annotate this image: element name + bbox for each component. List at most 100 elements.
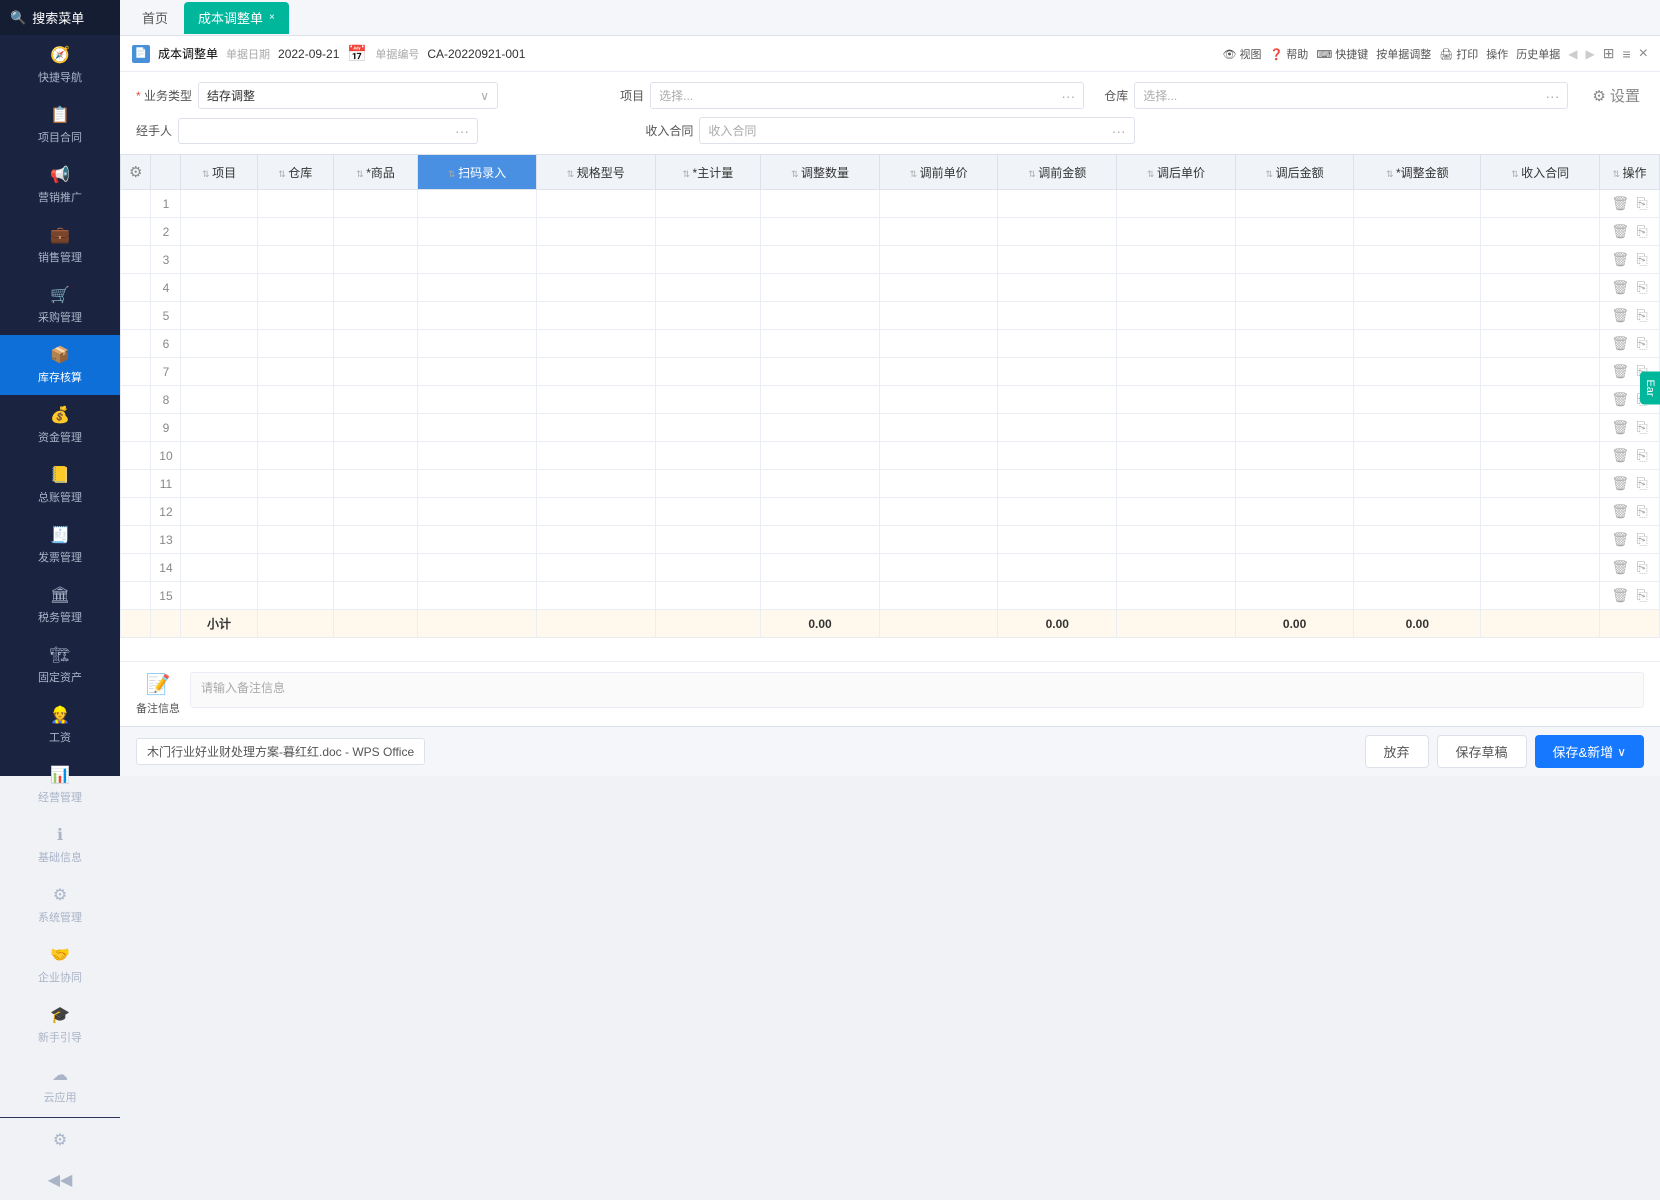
row-13-product[interactable] <box>333 526 417 554</box>
row-1-delete-btn[interactable]: 🗑 <box>1609 195 1631 212</box>
row-1-warehouse[interactable] <box>257 190 333 218</box>
row-13-copy-btn[interactable]: ⎘ <box>1634 531 1649 548</box>
row-2-before_amount[interactable] <box>998 218 1117 246</box>
row-6-after_price[interactable] <box>1117 330 1236 358</box>
row-6-copy-btn[interactable]: ⎘ <box>1634 335 1649 352</box>
row-11-product[interactable] <box>333 470 417 498</box>
row-2-copy-btn[interactable]: ⎘ <box>1634 223 1649 240</box>
row-11-after_price[interactable] <box>1117 470 1236 498</box>
row-15-before_price[interactable] <box>879 582 998 610</box>
row-12-copy-btn[interactable]: ⎘ <box>1634 503 1649 520</box>
row-8-delete-btn[interactable]: 🗑 <box>1609 391 1631 408</box>
row-3-adj_amount[interactable] <box>1354 246 1481 274</box>
row-6-adj_amount[interactable] <box>1354 330 1481 358</box>
row-15-copy-btn[interactable]: ⎘ <box>1634 587 1649 604</box>
row-3-after_price[interactable] <box>1117 246 1236 274</box>
row-9-scan[interactable] <box>418 414 537 442</box>
row-7-after_price[interactable] <box>1117 358 1236 386</box>
row-9-adj_amount[interactable] <box>1354 414 1481 442</box>
row-4-project[interactable] <box>181 274 257 302</box>
row-7-before_amount[interactable] <box>998 358 1117 386</box>
row-2-scan[interactable] <box>418 218 537 246</box>
row-14-unit[interactable] <box>655 554 761 582</box>
row-1-product[interactable] <box>333 190 417 218</box>
row-5-warehouse[interactable] <box>257 302 333 330</box>
save-draft-button[interactable]: 保存草稿 <box>1437 735 1527 768</box>
row-2-before_price[interactable] <box>879 218 998 246</box>
sidebar-item-sales-mgmt[interactable]: 💼 销售管理 <box>0 215 120 275</box>
row-15-after_amount[interactable] <box>1235 582 1354 610</box>
row-10-unit[interactable] <box>655 442 761 470</box>
sidebar-item-inventory[interactable]: 📦 库存核算 <box>0 335 120 395</box>
row-11-scan[interactable] <box>418 470 537 498</box>
row-14-qty[interactable] <box>761 554 880 582</box>
sidebar-item-sales-promo[interactable]: 📢 营销推广 <box>0 155 120 215</box>
row-4-before_price[interactable] <box>879 274 998 302</box>
row-10-copy-btn[interactable]: ⎘ <box>1634 447 1649 464</box>
row-14-after_amount[interactable] <box>1235 554 1354 582</box>
window-close-btn[interactable]: × <box>1639 45 1648 63</box>
row-7-unit[interactable] <box>655 358 761 386</box>
row-5-before_amount[interactable] <box>998 302 1117 330</box>
row-7-after_amount[interactable] <box>1235 358 1354 386</box>
row-11-after_amount[interactable] <box>1235 470 1354 498</box>
row-11-project[interactable] <box>181 470 257 498</box>
row-7-delete-btn[interactable]: 🗑 <box>1609 363 1631 380</box>
row-5-adj_amount[interactable] <box>1354 302 1481 330</box>
row-12-adj_amount[interactable] <box>1354 498 1481 526</box>
tab-close-icon[interactable]: × <box>269 12 275 23</box>
row-8-unit[interactable] <box>655 386 761 414</box>
row-2-qty[interactable] <box>761 218 880 246</box>
row-12-project[interactable] <box>181 498 257 526</box>
row-12-qty[interactable] <box>761 498 880 526</box>
row-9-warehouse[interactable] <box>257 414 333 442</box>
row-8-after_amount[interactable] <box>1235 386 1354 414</box>
row-3-delete-btn[interactable]: 🗑 <box>1609 251 1631 268</box>
sidebar-item-purchase-mgmt[interactable]: 🛒 采购管理 <box>0 275 120 335</box>
row-13-adj_amount[interactable] <box>1354 526 1481 554</box>
row-12-delete-btn[interactable]: 🗑 <box>1609 503 1631 520</box>
row-1-spec[interactable] <box>536 190 655 218</box>
row-14-after_price[interactable] <box>1117 554 1236 582</box>
row-3-after_amount[interactable] <box>1235 246 1354 274</box>
row-15-spec[interactable] <box>536 582 655 610</box>
row-14-scan[interactable] <box>418 554 537 582</box>
row-3-before_price[interactable] <box>879 246 998 274</box>
row-6-after_amount[interactable] <box>1235 330 1354 358</box>
row-15-qty[interactable] <box>761 582 880 610</box>
row-11-copy-btn[interactable]: ⎘ <box>1634 475 1649 492</box>
adjust-btn[interactable]: 按单据调整 <box>1376 46 1431 62</box>
print-btn[interactable]: 🖨 打印 <box>1439 46 1478 62</box>
row-15-unit[interactable] <box>655 582 761 610</box>
warehouse-input[interactable]: 选择... ··· <box>1134 82 1568 109</box>
row-6-delete-btn[interactable]: 🗑 <box>1609 335 1631 352</box>
row-8-income_contract[interactable] <box>1481 386 1600 414</box>
row-2-after_price[interactable] <box>1117 218 1236 246</box>
row-7-income_contract[interactable] <box>1481 358 1600 386</box>
row-9-copy-btn[interactable]: ⎘ <box>1634 419 1649 436</box>
row-9-spec[interactable] <box>536 414 655 442</box>
row-15-adj_amount[interactable] <box>1354 582 1481 610</box>
row-3-project[interactable] <box>181 246 257 274</box>
save-new-button[interactable]: 保存&新增 ∨ <box>1535 735 1644 768</box>
taskbar-wps-item[interactable]: 木门行业好业财处理方案-暮红红.doc - WPS Office <box>136 738 425 765</box>
row-1-copy-btn[interactable]: ⎘ <box>1634 195 1649 212</box>
sidebar-item-invoice-mgmt[interactable]: 🧾 发票管理 <box>0 515 120 575</box>
row-12-after_price[interactable] <box>1117 498 1236 526</box>
row-12-product[interactable] <box>333 498 417 526</box>
row-7-qty[interactable] <box>761 358 880 386</box>
row-15-before_amount[interactable] <box>998 582 1117 610</box>
row-9-unit[interactable] <box>655 414 761 442</box>
row-1-before_amount[interactable] <box>998 190 1117 218</box>
row-5-after_amount[interactable] <box>1235 302 1354 330</box>
row-13-project[interactable] <box>181 526 257 554</box>
row-4-product[interactable] <box>333 274 417 302</box>
row-13-after_price[interactable] <box>1117 526 1236 554</box>
row-2-delete-btn[interactable]: 🗑 <box>1609 223 1631 240</box>
row-4-spec[interactable] <box>536 274 655 302</box>
settings-btn[interactable]: ⚙ 设置 <box>1588 83 1644 108</box>
row-7-spec[interactable] <box>536 358 655 386</box>
row-9-delete-btn[interactable]: 🗑 <box>1609 419 1631 436</box>
row-2-income_contract[interactable] <box>1481 218 1600 246</box>
row-12-spec[interactable] <box>536 498 655 526</box>
